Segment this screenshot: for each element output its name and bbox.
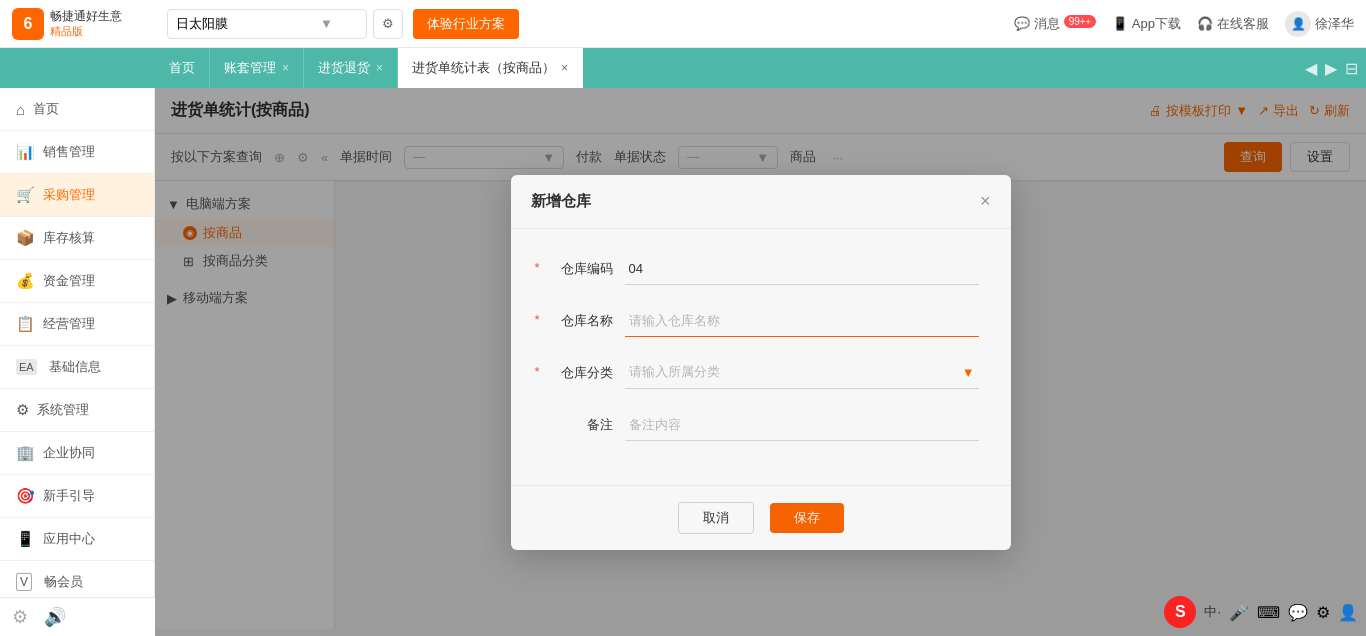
message-button[interactable]: 💬 消息 99++ bbox=[1014, 15, 1096, 33]
save-button[interactable]: 保存 bbox=[770, 503, 844, 533]
name-input[interactable] bbox=[625, 305, 979, 337]
sidebar-item-inventory[interactable]: 📦 库存核算 bbox=[0, 217, 154, 260]
tab-menu-icon[interactable]: ⊟ bbox=[1345, 59, 1358, 78]
operation-icon: 📋 bbox=[16, 315, 35, 333]
dropdown-arrow-icon: ▼ bbox=[320, 16, 333, 31]
sidebar-item-home[interactable]: ⌂ 首页 bbox=[0, 88, 154, 131]
form-row-code: 仓库编码 bbox=[543, 253, 979, 285]
code-label: 仓库编码 bbox=[543, 260, 613, 278]
dialog-body: 仓库编码 仓库名称 仓库分类 请输入所属分类 ▼ bbox=[511, 229, 1011, 485]
tab-home[interactable]: 首页 bbox=[155, 48, 210, 88]
dialog-close-button[interactable]: × bbox=[980, 191, 991, 212]
sidebar-bottom: ⚙ 🔊 bbox=[0, 597, 155, 636]
search-input[interactable] bbox=[176, 16, 316, 31]
inventory-icon: 📦 bbox=[16, 229, 35, 247]
sidebar-item-enterprise[interactable]: 🏢 企业协同 bbox=[0, 432, 154, 475]
settings-bottom-icon[interactable]: ⚙ bbox=[12, 606, 28, 628]
service-button[interactable]: 🎧 在线客服 bbox=[1197, 15, 1269, 33]
category-label: 仓库分类 bbox=[543, 364, 613, 382]
form-row-remark: 备注 bbox=[543, 409, 979, 441]
remark-label: 备注 bbox=[543, 416, 613, 434]
main-layout: ⌂ 首页 📊 销售管理 🛒 采购管理 📦 库存核算 💰 资金管理 📋 经营管理 … bbox=[0, 88, 1366, 636]
speaker-icon[interactable]: 🔊 bbox=[44, 606, 66, 628]
search-bar[interactable]: ▼ bbox=[167, 9, 367, 39]
purchase-icon: 🛒 bbox=[16, 186, 35, 204]
basic-info-icon: EA bbox=[16, 359, 37, 375]
avatar: 👤 bbox=[1285, 11, 1311, 37]
cancel-button[interactable]: 取消 bbox=[678, 502, 754, 534]
sales-icon: 📊 bbox=[16, 143, 35, 161]
home-icon: ⌂ bbox=[16, 101, 25, 118]
sidebar-item-basic-info[interactable]: EA 基础信息 bbox=[0, 346, 154, 389]
finance-icon: 💰 bbox=[16, 272, 35, 290]
guide-icon: 🎯 bbox=[16, 487, 35, 505]
sidebar-item-guide[interactable]: 🎯 新手引导 bbox=[0, 475, 154, 518]
chat-icon[interactable]: 💬 bbox=[1288, 603, 1308, 622]
dialog-header: 新增仓库 × bbox=[511, 175, 1011, 229]
headset-icon: 🎧 bbox=[1197, 16, 1213, 31]
tab-account[interactable]: 账套管理 × bbox=[210, 48, 304, 88]
logo-icon: 6 bbox=[12, 8, 44, 40]
experience-button[interactable]: 体验行业方案 bbox=[413, 9, 519, 39]
content-area: 进货单统计(按商品) 🖨 按模板打印 ▼ ↗ 导出 ↻ 刷新 按以下方案查询 bbox=[155, 88, 1366, 636]
dialog-title: 新增仓库 bbox=[531, 192, 591, 211]
phone-icon: 📱 bbox=[1112, 16, 1128, 31]
tab-purchase-stats[interactable]: 进货单统计表（按商品） × bbox=[398, 48, 583, 88]
tab-bar: 首页 账套管理 × 进货退货 × 进货单统计表（按商品） × ◀ ▶ ⊟ bbox=[0, 48, 1366, 88]
tab-prev-icon[interactable]: ◀ bbox=[1305, 59, 1317, 78]
keyboard-icon[interactable]: ⌨ bbox=[1257, 603, 1280, 622]
dialog-footer: 取消 保存 bbox=[511, 485, 1011, 550]
category-placeholder: 请输入所属分类 bbox=[629, 363, 720, 381]
logo-text: 畅捷通好生意 精品版 bbox=[50, 9, 122, 39]
gear-button[interactable]: ⚙ bbox=[373, 9, 403, 39]
settings-icon[interactable]: ⚙ bbox=[1316, 603, 1330, 622]
close-tab-purchase-stats[interactable]: × bbox=[561, 61, 568, 75]
name-label: 仓库名称 bbox=[543, 312, 613, 330]
system-icon: ⚙ bbox=[16, 401, 29, 419]
header-right: 💬 消息 99++ 📱 App下载 🎧 在线客服 👤 徐泽华 bbox=[1014, 11, 1354, 37]
sidebar-item-sales[interactable]: 📊 销售管理 bbox=[0, 131, 154, 174]
mic-icon[interactable]: 🎤 bbox=[1229, 603, 1249, 622]
remark-input[interactable] bbox=[625, 409, 979, 441]
zh-label: 中· bbox=[1204, 603, 1221, 621]
message-icon: 💬 bbox=[1014, 16, 1030, 31]
s-logo[interactable]: S bbox=[1164, 596, 1196, 628]
top-header: 6 畅捷通好生意 精品版 ▼ ⚙ 体验行业方案 💬 消息 99++ 📱 App下… bbox=[0, 0, 1366, 48]
modal-overlay[interactable]: 新增仓库 × 仓库编码 仓库名称 仓库分类 bbox=[155, 88, 1366, 636]
sidebar-item-app[interactable]: 📱 应用中心 bbox=[0, 518, 154, 561]
gear-icon: ⚙ bbox=[382, 16, 394, 31]
tab-next-icon[interactable]: ▶ bbox=[1325, 59, 1337, 78]
code-input[interactable] bbox=[625, 253, 979, 285]
sidebar: ⌂ 首页 📊 销售管理 🛒 采购管理 📦 库存核算 💰 资金管理 📋 经营管理 … bbox=[0, 88, 155, 636]
add-warehouse-dialog: 新增仓库 × 仓库编码 仓库名称 仓库分类 bbox=[511, 175, 1011, 550]
sidebar-item-purchase[interactable]: 🛒 采购管理 bbox=[0, 174, 154, 217]
sidebar-item-operation[interactable]: 📋 经营管理 bbox=[0, 303, 154, 346]
bottom-right-bar: S 中· 🎤 ⌨ 💬 ⚙ 👤 bbox=[1164, 596, 1358, 628]
tab-purchase-return[interactable]: 进货退货 × bbox=[304, 48, 398, 88]
tab-bar-controls: ◀ ▶ ⊟ bbox=[1305, 59, 1366, 78]
app-download-button[interactable]: 📱 App下载 bbox=[1112, 15, 1181, 33]
logo-area: 6 畅捷通好生意 精品版 bbox=[12, 8, 167, 40]
message-badge: 99++ bbox=[1064, 15, 1096, 28]
sidebar-item-finance[interactable]: 💰 资金管理 bbox=[0, 260, 154, 303]
category-select[interactable]: 请输入所属分类 ▼ bbox=[625, 357, 979, 389]
close-tab-purchase-return[interactable]: × bbox=[376, 61, 383, 75]
enterprise-icon: 🏢 bbox=[16, 444, 35, 462]
sidebar-item-system[interactable]: ⚙ 系统管理 bbox=[0, 389, 154, 432]
user-icon[interactable]: 👤 bbox=[1338, 603, 1358, 622]
vip-icon: V bbox=[16, 573, 32, 591]
close-tab-account[interactable]: × bbox=[282, 61, 289, 75]
form-row-category: 仓库分类 请输入所属分类 ▼ bbox=[543, 357, 979, 389]
form-row-name: 仓库名称 bbox=[543, 305, 979, 337]
app-center-icon: 📱 bbox=[16, 530, 35, 548]
category-dropdown-icon: ▼ bbox=[962, 365, 975, 380]
user-profile[interactable]: 👤 徐泽华 bbox=[1285, 11, 1354, 37]
